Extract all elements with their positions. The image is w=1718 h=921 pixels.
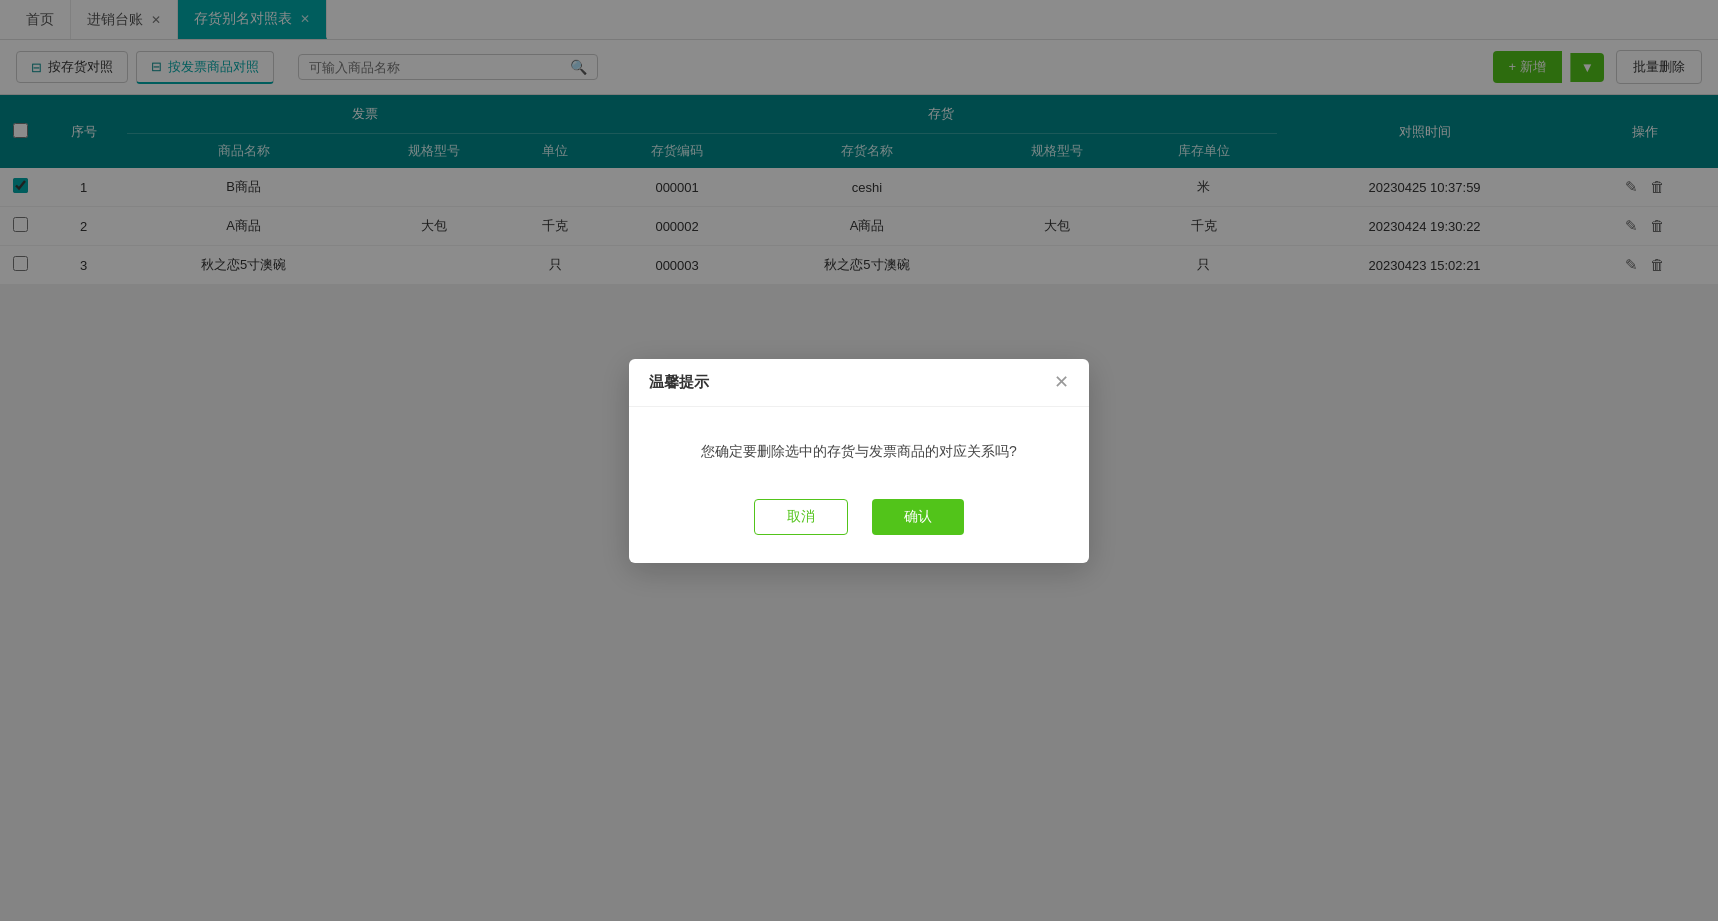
modal-title: 温馨提示 xyxy=(649,373,709,392)
modal-overlay: 温馨提示 ✕ 您确定要删除选中的存货与发票商品的对应关系吗? 取消 确认 xyxy=(0,0,1718,921)
cancel-button[interactable]: 取消 xyxy=(754,499,848,535)
modal-close-button[interactable]: ✕ xyxy=(1054,373,1069,391)
confirm-button[interactable]: 确认 xyxy=(872,499,964,535)
modal-footer: 取消 确认 xyxy=(629,489,1089,563)
modal-body: 您确定要删除选中的存货与发票商品的对应关系吗? xyxy=(629,407,1089,489)
confirm-modal: 温馨提示 ✕ 您确定要删除选中的存货与发票商品的对应关系吗? 取消 确认 xyxy=(629,359,1089,563)
modal-message: 您确定要删除选中的存货与发票商品的对应关系吗? xyxy=(701,443,1017,459)
modal-header: 温馨提示 ✕ xyxy=(629,359,1089,407)
